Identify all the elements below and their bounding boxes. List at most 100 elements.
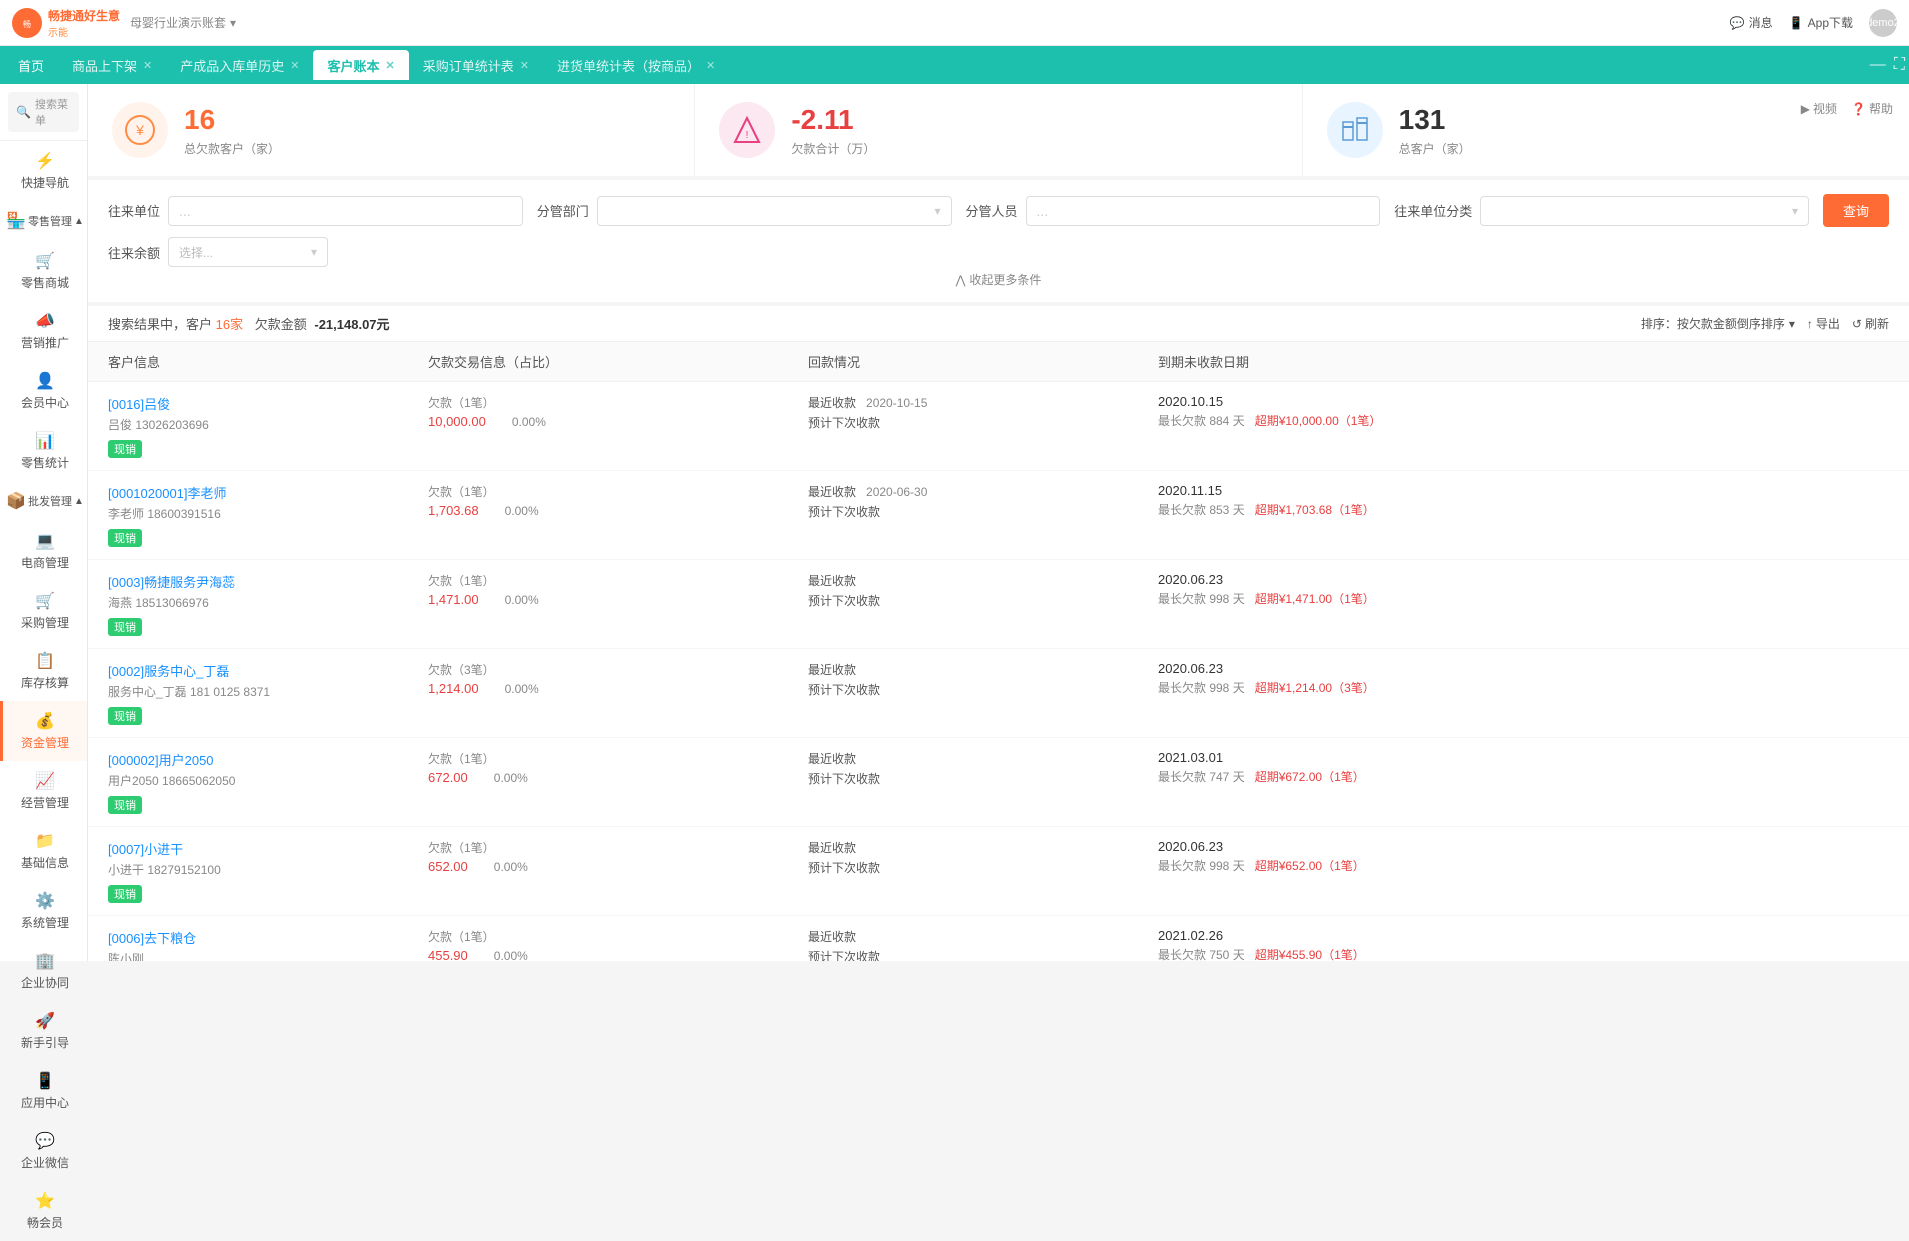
- sidebar-item-finance[interactable]: 💰 资金管理: [0, 701, 87, 761]
- filter-select-balance[interactable]: 选择... ▾: [168, 237, 328, 267]
- filter-label-unit: 往来单位: [108, 201, 160, 220]
- tab-home[interactable]: 首页: [4, 50, 58, 80]
- query-button[interactable]: 查询: [1823, 194, 1889, 227]
- sidebar-item-ecommerce[interactable]: 💻 电商管理: [0, 521, 87, 581]
- debt-amount-0: 10,000.00: [428, 414, 486, 429]
- filter-input-unit[interactable]: ...: [168, 196, 523, 226]
- collection-0: 最近收款 2020-10-15 预计下次收款: [808, 394, 1158, 431]
- sidebar-item-app-center[interactable]: 📱 应用中心: [0, 1061, 87, 1121]
- tab-customer-account[interactable]: 客户账本 ✕: [313, 50, 408, 80]
- tab-purchase-order[interactable]: 采购订单统计表 ✕: [409, 50, 543, 80]
- sidebar-item-marketing[interactable]: 📣 营销推广: [0, 301, 87, 361]
- sort-select[interactable]: 排序：按欠款金额倒序排序 ▾: [1641, 315, 1795, 332]
- filter-label-dept: 分管部门: [537, 201, 589, 220]
- customer-info-2: [0003]畅捷服务尹海蕊 海燕 18513066976 现销: [108, 572, 428, 636]
- tag-0: 现销: [108, 440, 142, 458]
- close-tab-customer-account[interactable]: ✕: [386, 59, 395, 72]
- topbar: 畅 畅捷通好生意 示能 母婴行业演示账套 ▾ 💬 消息 📱 App下载 demo…: [0, 0, 1909, 46]
- export-btn[interactable]: ↑ 导出: [1807, 315, 1840, 332]
- retail-mall-icon: 🛒: [35, 251, 55, 271]
- sidebar-item-retail-stats[interactable]: 📊 零售统计: [0, 421, 87, 481]
- help-icon: ❓: [1851, 102, 1866, 116]
- view-help-area: ▶ 视频 ❓ 帮助: [1801, 100, 1893, 117]
- filter-select-dept[interactable]: ▾: [597, 196, 952, 226]
- customer-name-4[interactable]: [000002]用户2050: [108, 753, 214, 768]
- svg-text:畅: 畅: [23, 19, 31, 29]
- sidebar-item-purchase[interactable]: 🛒 采购管理: [0, 581, 87, 641]
- main-layout: 🔍 搜索菜单 ⚡ 快捷导航 🏪 零售管理 ▲ 🛒 零售商城 📣 营销推广: [0, 84, 1909, 961]
- customer-name-6[interactable]: [0006]去下粮仓: [108, 931, 196, 946]
- refresh-icon: ↺: [1852, 317, 1862, 331]
- topbar-left: 畅 畅捷通好生意 示能 母婴行业演示账套 ▾: [12, 7, 236, 39]
- sidebar-item-retail-mall[interactable]: 🛒 零售商城: [0, 241, 87, 301]
- filter-select-category[interactable]: ▾: [1480, 196, 1809, 226]
- sidebar-item-batch-mgmt[interactable]: 📦 批发管理 ▲: [0, 481, 87, 521]
- sidebar-item-wechat[interactable]: 💬 企业微信: [0, 1121, 87, 1181]
- overdue-3[interactable]: 超期¥1,214.00（3笔）: [1255, 679, 1375, 696]
- tab-import-stats[interactable]: 进货单统计表（按商品） ✕: [543, 50, 729, 80]
- overdue-4[interactable]: 超期¥672.00（1笔）: [1255, 768, 1365, 785]
- customer-name-3[interactable]: [0002]服务中心_丁磊: [108, 664, 229, 679]
- sidebar-item-guide[interactable]: 🚀 新手引导: [0, 1001, 87, 1061]
- result-bar: 搜索结果中，客户 16家 欠款金额 -21,148.07元 排序：按欠款金额倒序…: [88, 306, 1909, 342]
- sidebar-item-quick-nav[interactable]: ⚡ 快捷导航: [0, 141, 87, 201]
- table-row: [0006]去下粮仓 陈小刚 现销 欠款（1笔） 455.90 0.00% 最近…: [88, 916, 1909, 961]
- stat-info-debt: -2.11 欠款合计（万）: [791, 103, 875, 158]
- sidebar-item-operation[interactable]: 📈 经营管理: [0, 761, 87, 821]
- minimize-icon[interactable]: —: [1870, 56, 1886, 74]
- enterprise-icon: 🏢: [35, 951, 55, 971]
- export-icon: ↑: [1807, 317, 1813, 331]
- view-btn[interactable]: ▶ 视频: [1801, 100, 1837, 117]
- result-amount-label: 欠款金额: [255, 317, 307, 332]
- sidebar-item-vip[interactable]: ⭐ 畅会员: [0, 1181, 87, 1241]
- overdue-0[interactable]: 超期¥10,000.00（1笔）: [1255, 412, 1382, 429]
- logo-area: 畅 畅捷通好生意 示能: [12, 7, 120, 39]
- customer-name-2[interactable]: [0003]畅捷服务尹海蕊: [108, 575, 235, 590]
- quick-nav-icon: ⚡: [35, 151, 55, 171]
- avatar[interactable]: demo2: [1869, 9, 1897, 37]
- collapse-bar[interactable]: ⋀ 收起更多条件: [108, 267, 1889, 292]
- overdue-1[interactable]: 超期¥1,703.68（1笔）: [1255, 501, 1375, 518]
- download-btn[interactable]: 📱 App下载: [1789, 14, 1853, 31]
- filter-input-person[interactable]: ...: [1026, 196, 1381, 226]
- sidebar-item-retail-mgmt[interactable]: 🏪 零售管理 ▲: [0, 201, 87, 241]
- due-date-2: 2020.06.23 最长欠款 998 天 超期¥1,471.00（1笔）: [1158, 572, 1889, 607]
- overdue-5[interactable]: 超期¥652.00（1笔）: [1255, 857, 1365, 874]
- sidebar-search-inner[interactable]: 🔍 搜索菜单: [8, 92, 79, 132]
- sidebar-item-inventory[interactable]: 📋 库存核算: [0, 641, 87, 701]
- customer-name-0[interactable]: [0016]吕俊: [108, 397, 170, 412]
- stat-icon-customers: ¥: [112, 102, 168, 158]
- result-amount-value: -21,148.07元: [314, 317, 389, 332]
- message-btn[interactable]: 💬 消息: [1730, 14, 1773, 31]
- sidebar-item-enterprise[interactable]: 🏢 企业协同: [0, 941, 87, 1001]
- due-date-4: 2021.03.01 最长欠款 747 天 超期¥672.00（1笔）: [1158, 750, 1889, 785]
- sidebar-search[interactable]: 🔍 搜索菜单: [0, 84, 87, 141]
- close-tab-import-stats[interactable]: ✕: [706, 59, 715, 72]
- purchase-icon: 🛒: [35, 591, 55, 611]
- tab-product-history[interactable]: 产成品入库单历史 ✕: [166, 50, 313, 80]
- close-tab-product-manage[interactable]: ✕: [143, 59, 152, 72]
- overdue-2[interactable]: 超期¥1,471.00（1笔）: [1255, 590, 1375, 607]
- table-row: [0007]小进干 小进干 18279152100 现销 欠款（1笔） 652.…: [88, 827, 1909, 916]
- help-btn[interactable]: ❓ 帮助: [1851, 100, 1893, 117]
- maximize-icon[interactable]: ⛶: [1894, 56, 1905, 74]
- tag-1: 现销: [108, 529, 142, 547]
- close-tab-purchase-order[interactable]: ✕: [520, 59, 529, 72]
- close-tab-product-history[interactable]: ✕: [290, 59, 299, 72]
- tab-product-manage[interactable]: 商品上下架 ✕: [58, 50, 166, 80]
- debt-info-1: 欠款（1笔） 1,703.68 0.00%: [428, 483, 808, 518]
- sidebar-item-system[interactable]: ⚙️ 系统管理: [0, 881, 87, 941]
- wechat-icon: 💬: [35, 1131, 55, 1151]
- filter-row-1: 往来单位 ... 分管部门 ▾ 分管人员 ...: [108, 194, 1889, 227]
- customer-name-5[interactable]: [0007]小进干: [108, 842, 183, 857]
- debt-info-0: 欠款（1笔） 10,000.00 0.00%: [428, 394, 808, 429]
- overdue-6[interactable]: 超期¥455.90（1笔）: [1255, 946, 1365, 961]
- sidebar-item-member[interactable]: 👤 会员中心: [0, 361, 87, 421]
- refresh-btn[interactable]: ↺ 刷新: [1852, 315, 1889, 332]
- customer-name-1[interactable]: [0001020001]李老师: [108, 486, 227, 501]
- system-name: 母婴行业演示账套 ▾: [130, 14, 236, 31]
- sidebar-item-base-info[interactable]: 📁 基础信息: [0, 821, 87, 881]
- customer-tel-0: 吕俊 13026203696: [108, 416, 428, 433]
- table-row: [0002]服务中心_丁磊 服务中心_丁磊 181 0125 8371 现销 欠…: [88, 649, 1909, 738]
- result-actions: 排序：按欠款金额倒序排序 ▾ ↑ 导出 ↺ 刷新: [1641, 315, 1889, 332]
